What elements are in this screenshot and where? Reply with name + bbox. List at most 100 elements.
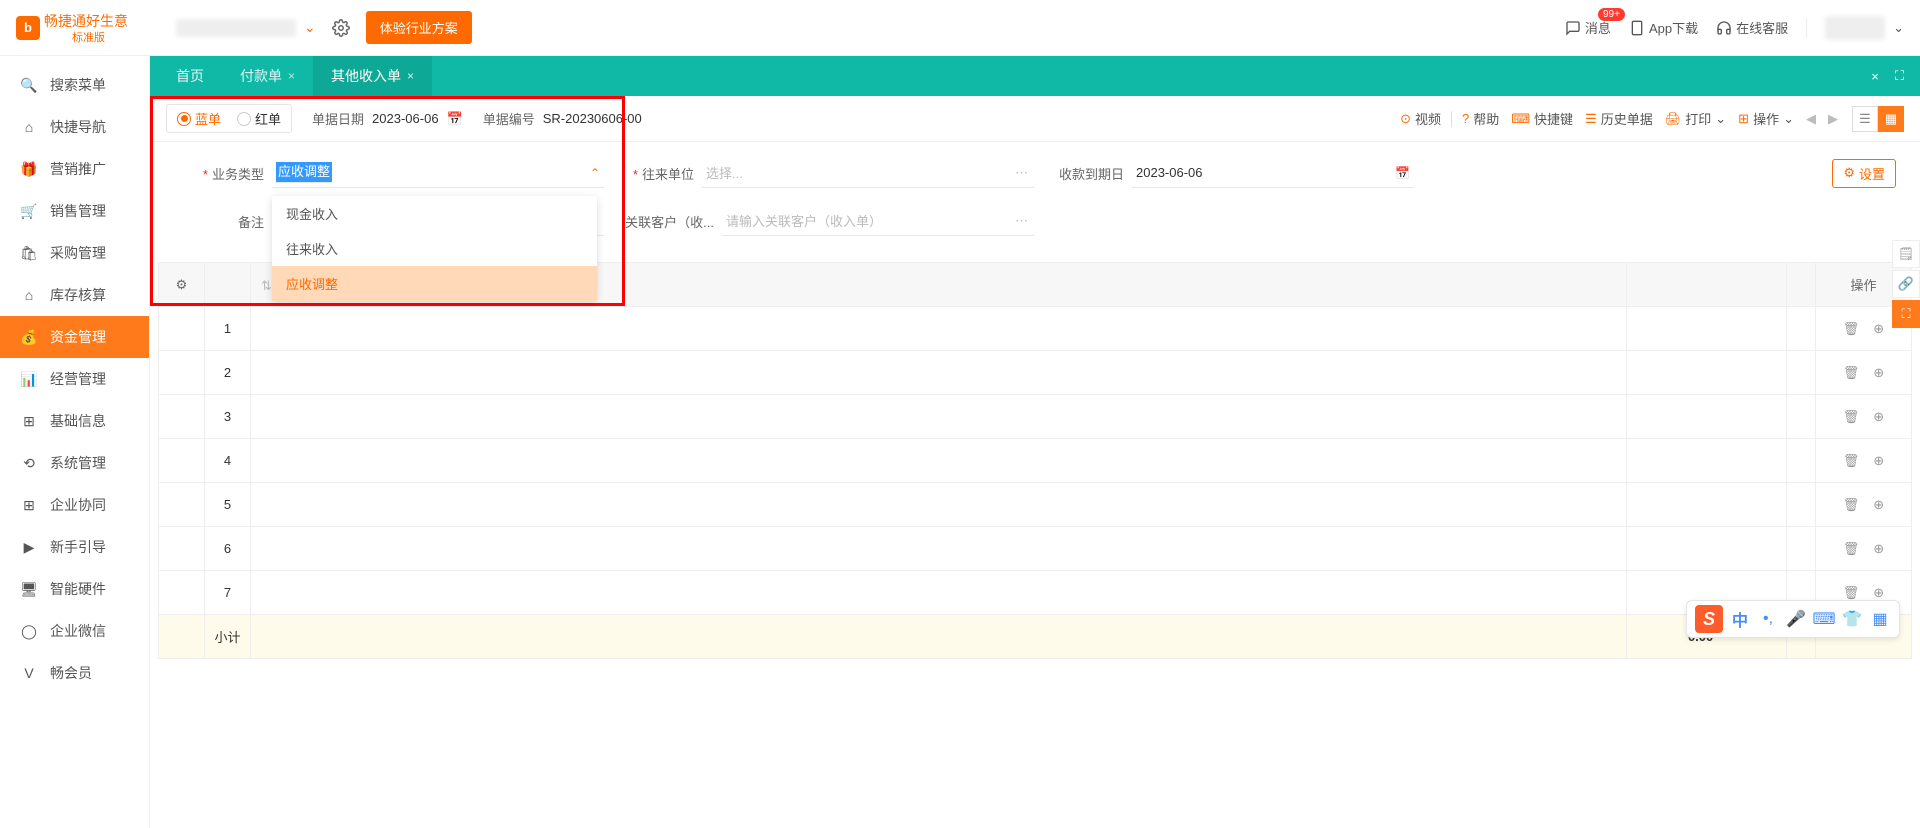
shortcut-button[interactable]: ⌨快捷键: [1505, 109, 1579, 128]
gear-icon[interactable]: [332, 19, 350, 37]
view-card-button[interactable]: ▦: [1878, 106, 1904, 132]
sidebar-item-member[interactable]: V畅会员: [0, 652, 149, 694]
ime-mic-icon[interactable]: 🎤: [1785, 608, 1807, 630]
next-doc-button[interactable]: ▶: [1822, 111, 1844, 127]
trial-button[interactable]: 体验行业方案: [366, 11, 472, 44]
dropdown-option-receivable[interactable]: 往来收入: [272, 231, 597, 266]
sidebar-item-basedata[interactable]: ⊞基础信息: [0, 400, 149, 442]
table-row[interactable]: 1 🗑⊕: [159, 307, 1912, 351]
top-header: b 畅捷通好生意 标准版 ⌄ 体验行业方案 消息 99+ App下载 在线客服 …: [0, 0, 1920, 56]
delete-row-icon[interactable]: 🗑: [1843, 365, 1860, 381]
add-row-icon[interactable]: ⊕: [1873, 497, 1884, 513]
tab-other-income[interactable]: 其他收入单×: [313, 56, 432, 96]
sidebar-item-funds[interactable]: 💰资金管理: [0, 316, 149, 358]
close-icon[interactable]: ×: [288, 69, 295, 83]
dropdown-option-adjustment[interactable]: 应收调整: [272, 266, 597, 301]
online-service-link[interactable]: 在线客服: [1716, 18, 1788, 37]
sidebar-item-system[interactable]: ⟲系统管理: [0, 442, 149, 484]
sidebar-item-collab[interactable]: ⊞企业协同: [0, 484, 149, 526]
avatar-blurred: [1825, 16, 1885, 40]
table-config-button[interactable]: ⚙: [159, 263, 205, 307]
view-list-button[interactable]: ☰: [1852, 106, 1878, 132]
tab-home[interactable]: 首页: [158, 56, 222, 96]
table-col-blank2: [1787, 263, 1816, 307]
table-row[interactable]: 4 🗑 ⊕: [159, 439, 1912, 483]
radio-blue[interactable]: 蓝单: [177, 109, 221, 128]
sidebar-item-sales[interactable]: 🛒销售管理: [0, 190, 149, 232]
ime-skin-icon[interactable]: 👕: [1841, 608, 1863, 630]
radio-red[interactable]: 红单: [237, 109, 281, 128]
org-selector[interactable]: ⌄: [176, 19, 316, 37]
sidebar-item-purchase[interactable]: 🛍采购管理: [0, 232, 149, 274]
tab-payment[interactable]: 付款单×: [222, 56, 313, 96]
ime-punct-icon[interactable]: •,: [1757, 608, 1779, 630]
delete-row-icon[interactable]: 🗑: [1843, 321, 1860, 337]
add-row-icon[interactable]: ⊕: [1873, 409, 1884, 425]
float-link-button[interactable]: 🔗: [1892, 270, 1920, 298]
add-row-icon[interactable]: ⊕: [1873, 321, 1884, 337]
delete-row-icon[interactable]: 🗑: [1843, 497, 1860, 513]
table-row[interactable]: 6 🗑⊕: [159, 527, 1912, 571]
biz-type-input[interactable]: 应收调整 ⌃: [272, 158, 604, 188]
sidebar-item-search[interactable]: 🔍搜索菜单: [0, 64, 149, 106]
add-row-icon[interactable]: ⊕: [1873, 365, 1884, 381]
due-date-input[interactable]: 2023-06-06 📅: [1132, 158, 1414, 188]
history-button[interactable]: ☰历史单据: [1579, 109, 1659, 128]
partner-input[interactable]: 选择... ⋯: [702, 158, 1034, 188]
dropdown-option-cash[interactable]: 现金收入: [272, 196, 597, 231]
related-customer-input[interactable]: 请输入关联客户（收入单） ⋯: [722, 206, 1034, 236]
doc-date-value[interactable]: 2023-06-06: [372, 111, 439, 126]
more-icon[interactable]: ⋯: [1015, 213, 1030, 229]
delete-row-icon[interactable]: 🗑: [1843, 541, 1860, 557]
related-customer-label: 关联客户（收...: [604, 212, 714, 231]
table-row[interactable]: 5 🗑⊕: [159, 483, 1912, 527]
sidebar-item-wecom[interactable]: ◯企业微信: [0, 610, 149, 652]
sidebar-item-quicknav[interactable]: ⌂快捷导航: [0, 106, 149, 148]
user-menu[interactable]: ⌄: [1825, 16, 1904, 40]
add-row-icon[interactable]: ⊕: [1873, 541, 1884, 557]
ime-keyboard-icon[interactable]: ⌨: [1813, 608, 1835, 630]
delete-row-icon[interactable]: 🗑: [1843, 409, 1860, 425]
help-button[interactable]: ?帮助: [1456, 109, 1505, 128]
logo[interactable]: b 畅捷通好生意 标准版: [16, 11, 156, 45]
settings-button[interactable]: ⚙ 设置: [1832, 159, 1896, 188]
operate-button[interactable]: ⊞操作⌄: [1732, 109, 1800, 128]
tabs-close-all[interactable]: ×: [1863, 69, 1887, 84]
ime-toolbar[interactable]: S 中 •, 🎤 ⌨ 👕 ▦: [1686, 600, 1900, 638]
delete-row-icon[interactable]: 🗑: [1843, 585, 1860, 601]
gear-icon: ⚙: [1843, 165, 1855, 181]
close-icon[interactable]: ×: [407, 69, 414, 83]
table-row[interactable]: 2 🗑⊕: [159, 351, 1912, 395]
sidebar: 🔍搜索菜单 ⌂快捷导航 🎁营销推广 🛒销售管理 🛍采购管理 ⌂库存核算 💰资金管…: [0, 56, 150, 828]
more-icon[interactable]: ⋯: [1015, 165, 1030, 181]
row-index: 4: [205, 439, 251, 483]
float-note-button[interactable]: 🗒: [1892, 240, 1920, 268]
logo-subtitle: 标准版: [72, 29, 128, 45]
table-row[interactable]: 7 🗑⊕: [159, 571, 1912, 615]
chevron-down-icon: ⌄: [304, 19, 316, 36]
video-button[interactable]: ⊙视频: [1394, 109, 1447, 128]
sidebar-item-inventory[interactable]: ⌂库存核算: [0, 274, 149, 316]
ime-grid-icon[interactable]: ▦: [1869, 608, 1891, 630]
table-col-blank1: [1627, 263, 1787, 307]
prev-doc-button[interactable]: ◀: [1800, 111, 1822, 127]
messages-link[interactable]: 消息 99+: [1565, 18, 1611, 37]
table-row[interactable]: 3 🗑⊕: [159, 395, 1912, 439]
sidebar-item-marketing[interactable]: 🎁营销推广: [0, 148, 149, 190]
print-button[interactable]: 🖨打印⌄: [1659, 109, 1732, 128]
ime-lang[interactable]: 中: [1729, 608, 1751, 630]
delete-row-icon[interactable]: 🗑: [1843, 453, 1860, 469]
add-row-icon[interactable]: ⊕: [1873, 453, 1884, 469]
sidebar-item-hardware[interactable]: 🖥智能硬件: [0, 568, 149, 610]
sidebar-item-guide[interactable]: ▶新手引导: [0, 526, 149, 568]
sidebar-item-operations[interactable]: 📊经营管理: [0, 358, 149, 400]
cart-icon: 🛒: [20, 203, 38, 220]
calendar-icon[interactable]: 📅: [1395, 166, 1410, 180]
float-expand-button[interactable]: ⛶: [1892, 300, 1920, 328]
calendar-icon[interactable]: 📅: [447, 111, 463, 127]
add-row-icon[interactable]: ⊕: [1873, 585, 1884, 601]
app-download-link[interactable]: App下载: [1629, 18, 1698, 37]
chevron-up-icon[interactable]: ⌃: [590, 166, 600, 180]
tabs-expand[interactable]: ⛶: [1887, 68, 1912, 84]
partner-label: *往来单位: [604, 164, 694, 183]
